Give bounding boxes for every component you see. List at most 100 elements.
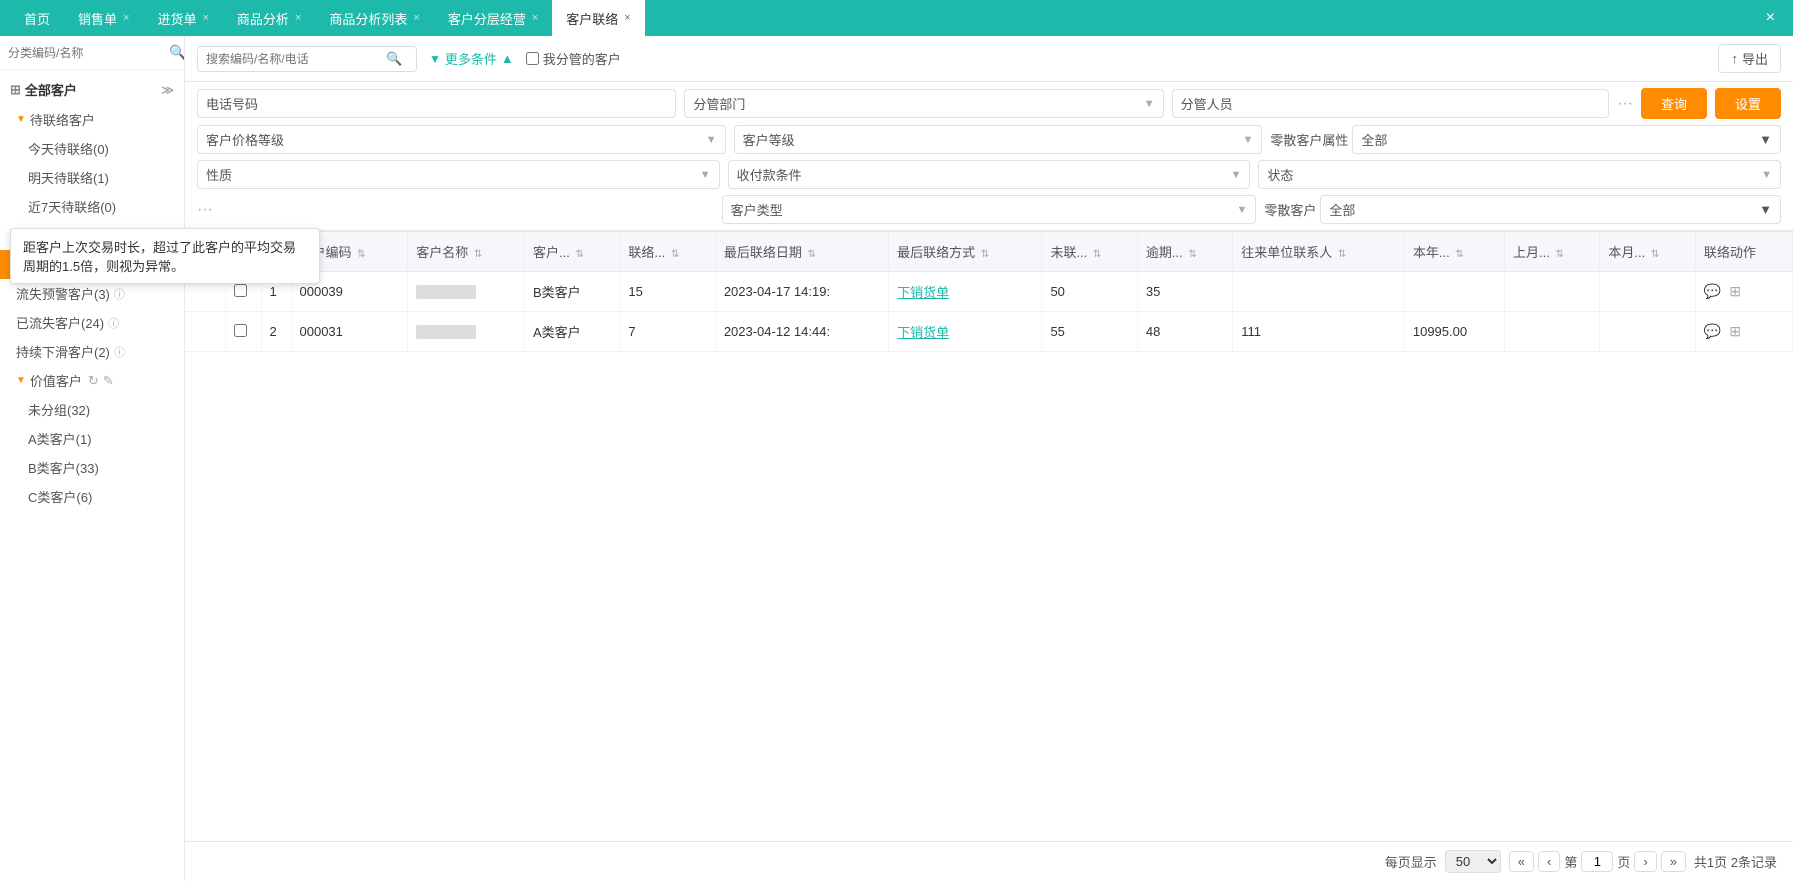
manager-dots[interactable]: ···: [1617, 95, 1633, 113]
nav-sales[interactable]: 销售单 ×: [64, 0, 143, 36]
th-company-contact[interactable]: 往来单位联系人 ⇅: [1233, 232, 1405, 272]
th-this-month[interactable]: 本月... ⇅: [1600, 232, 1695, 272]
prev-page-btn[interactable]: ‹: [1538, 851, 1560, 872]
settings-button[interactable]: 设置: [1715, 88, 1781, 119]
chat-icon-1[interactable]: 💬: [1704, 283, 1721, 300]
sidebar-item-class-a[interactable]: A类客户(1): [0, 424, 184, 453]
sidebar-search-input[interactable]: [8, 46, 163, 60]
page-number-input[interactable]: [1581, 851, 1613, 872]
nav-customer-contact-close[interactable]: ×: [624, 12, 630, 24]
first-page-btn[interactable]: «: [1509, 851, 1534, 872]
adv-filter-row-4: ··· 客户类型 ▼ 零散客户 全部 ▼: [197, 195, 1781, 224]
customer-level-field[interactable]: 客户等级 ▼: [734, 125, 1263, 154]
row4-dots[interactable]: ···: [197, 201, 714, 219]
manager-field[interactable]: 分管人员: [1172, 89, 1609, 118]
nav-product-analysis-close[interactable]: ×: [295, 12, 301, 24]
triangle-icon: ▼: [16, 114, 26, 125]
customer-type-chevron: ▼: [1236, 204, 1247, 216]
export-button[interactable]: ↑ 导出: [1718, 44, 1781, 73]
retail-customer-label: 零散客户: [1264, 200, 1316, 219]
nav-purchase-close[interactable]: ×: [202, 12, 208, 24]
td-company-1: [1233, 272, 1405, 312]
adv-filter-row-2: 客户价格等级 ▼ 客户等级 ▼ 零散客户属性 全部 ▼: [197, 125, 1781, 154]
sidebar-item-tomorrow-pending[interactable]: 明天待联络(1): [0, 163, 184, 192]
refresh-icon[interactable]: ↻: [88, 373, 99, 389]
th-overdue[interactable]: 逾期... ⇅: [1137, 232, 1232, 272]
sidebar-item-7days-pending[interactable]: 近7天待联络(0): [0, 192, 184, 221]
sidebar-all-customers[interactable]: ⊞ 全部客户 ≫: [0, 74, 184, 105]
td-action-1: 💬 ⊞: [1695, 272, 1792, 312]
payment-field[interactable]: 收付款条件 ▼: [728, 160, 1251, 189]
search-icon[interactable]: 🔍: [386, 51, 402, 67]
search-input[interactable]: [206, 52, 386, 66]
th-last-contact-method[interactable]: 最后联络方式 ⇅: [889, 232, 1042, 272]
customer-type-field[interactable]: 客户类型 ▼: [722, 195, 1257, 224]
nav-customer-tiered-close[interactable]: ×: [532, 12, 538, 24]
more-conditions-btn[interactable]: ▼ 更多条件 ▲: [429, 49, 514, 68]
chat-icon-2[interactable]: 💬: [1704, 323, 1721, 340]
nav-customer-contact[interactable]: 客户联络 ×: [552, 0, 644, 36]
th-contact-count[interactable]: 联络... ⇅: [620, 232, 715, 272]
td-contact-1: 15: [620, 272, 715, 312]
th-customer-name[interactable]: 客户名称 ⇅: [408, 232, 525, 272]
window-close-button[interactable]: ×: [1758, 9, 1783, 27]
table-row: 2 000031 A类客户 7 2023-04-12 14:44: 下销货单 5…: [185, 312, 1793, 352]
row2-checkbox[interactable]: [234, 324, 247, 337]
th-this-year[interactable]: 本年... ⇅: [1404, 232, 1504, 272]
th-customer-type[interactable]: 客户... ⇅: [525, 232, 620, 272]
retail-customer-field[interactable]: 全部 ▼: [1320, 195, 1781, 224]
sidebar-item-today-pending[interactable]: 今天待联络(0): [0, 134, 184, 163]
price-level-field[interactable]: 客户价格等级 ▼: [197, 125, 726, 154]
row1-checkbox[interactable]: [234, 284, 247, 297]
nav-customer-tiered[interactable]: 客户分层经营 ×: [434, 0, 552, 36]
department-field[interactable]: 分管部门 ▼: [684, 89, 1163, 118]
filter-bar-top: 🔍 ▼ 更多条件 ▲ 我分管的客户 ↑ 导出: [185, 36, 1793, 82]
sidebar-item-class-b[interactable]: B类客户(33): [0, 453, 184, 482]
sidebar-item-declining[interactable]: 持续下滑客户(2) ⓘ: [0, 337, 184, 366]
th-uncontacted[interactable]: 未联... ⇅: [1042, 232, 1137, 272]
export-icon: ↑: [1731, 51, 1738, 66]
grid-action-icon-1[interactable]: ⊞: [1729, 283, 1741, 300]
status-field[interactable]: 状态 ▼: [1258, 160, 1781, 189]
page-info: 第 页: [1564, 851, 1630, 872]
grid-action-icon-2[interactable]: ⊞: [1729, 323, 1741, 340]
nav-home[interactable]: 首页: [10, 0, 64, 36]
td-thismonth-2: [1600, 312, 1695, 352]
nav-product-analysis-list[interactable]: 商品分析列表 ×: [315, 0, 433, 36]
query-button[interactable]: 查询: [1641, 88, 1707, 119]
manager-field-wrap: 分管人员 ···: [1172, 89, 1633, 118]
method-link-1[interactable]: 下销货单: [897, 285, 949, 300]
td-company-2: 111: [1233, 312, 1405, 352]
per-page-label: 每页显示: [1385, 852, 1437, 871]
per-page-select[interactable]: 50 100: [1445, 850, 1501, 873]
sidebar-collapse-btn[interactable]: ≫: [161, 83, 174, 97]
next-page-btn[interactable]: ›: [1634, 851, 1656, 872]
sidebar-item-class-c[interactable]: C类客户(6): [0, 482, 184, 511]
sort-icon-name: ⇅: [474, 249, 482, 260]
sort-icon-type: ⇅: [575, 249, 583, 260]
edit-icon[interactable]: ✎: [103, 373, 114, 389]
page-nav: « ‹ 第 页 › »: [1509, 851, 1686, 872]
nav-purchase[interactable]: 进货单 ×: [143, 0, 222, 36]
th-last-month[interactable]: 上月... ⇅: [1505, 232, 1600, 272]
sidebar-group-pending[interactable]: ▼ 待联络客户: [0, 105, 184, 134]
grid-icon: ⊞: [10, 82, 21, 98]
sidebar-search-icon[interactable]: 🔍: [169, 44, 185, 61]
my-customers-checkbox[interactable]: [526, 52, 539, 65]
sidebar-item-ungrouped[interactable]: 未分组(32): [0, 395, 184, 424]
sidebar-item-churned[interactable]: 已流失客户(24) ⓘ: [0, 308, 184, 337]
tooltip-box: 距客户上次交易时长，超过了此客户的平均交易周期的1.5倍，则视为异常。: [10, 228, 320, 284]
nav-product-list-close[interactable]: ×: [413, 12, 419, 24]
sidebar-group-value-customers[interactable]: ▼ 价值客户 ↻ ✎: [0, 366, 184, 395]
main-layout: 🔍 ⊞ 全部客户 ≫ ▼ 待联络客户 今天待联络(0) 明天待联络(1) 近7天…: [0, 36, 1793, 881]
nature-field[interactable]: 性质 ▼: [197, 160, 720, 189]
my-customers-checkbox-wrap[interactable]: 我分管的客户: [526, 49, 621, 68]
nav-product-analysis[interactable]: 商品分析 ×: [223, 0, 315, 36]
last-page-btn[interactable]: »: [1661, 851, 1686, 872]
method-link-2[interactable]: 下销货单: [897, 325, 949, 340]
retail-attr-field[interactable]: 全部 ▼: [1352, 125, 1781, 154]
customer-name-blur-1: [416, 285, 476, 299]
nav-sales-close[interactable]: ×: [123, 12, 129, 24]
phone-field[interactable]: 电话号码: [197, 89, 676, 118]
th-last-contact-date[interactable]: 最后联络日期 ⇅: [715, 232, 888, 272]
